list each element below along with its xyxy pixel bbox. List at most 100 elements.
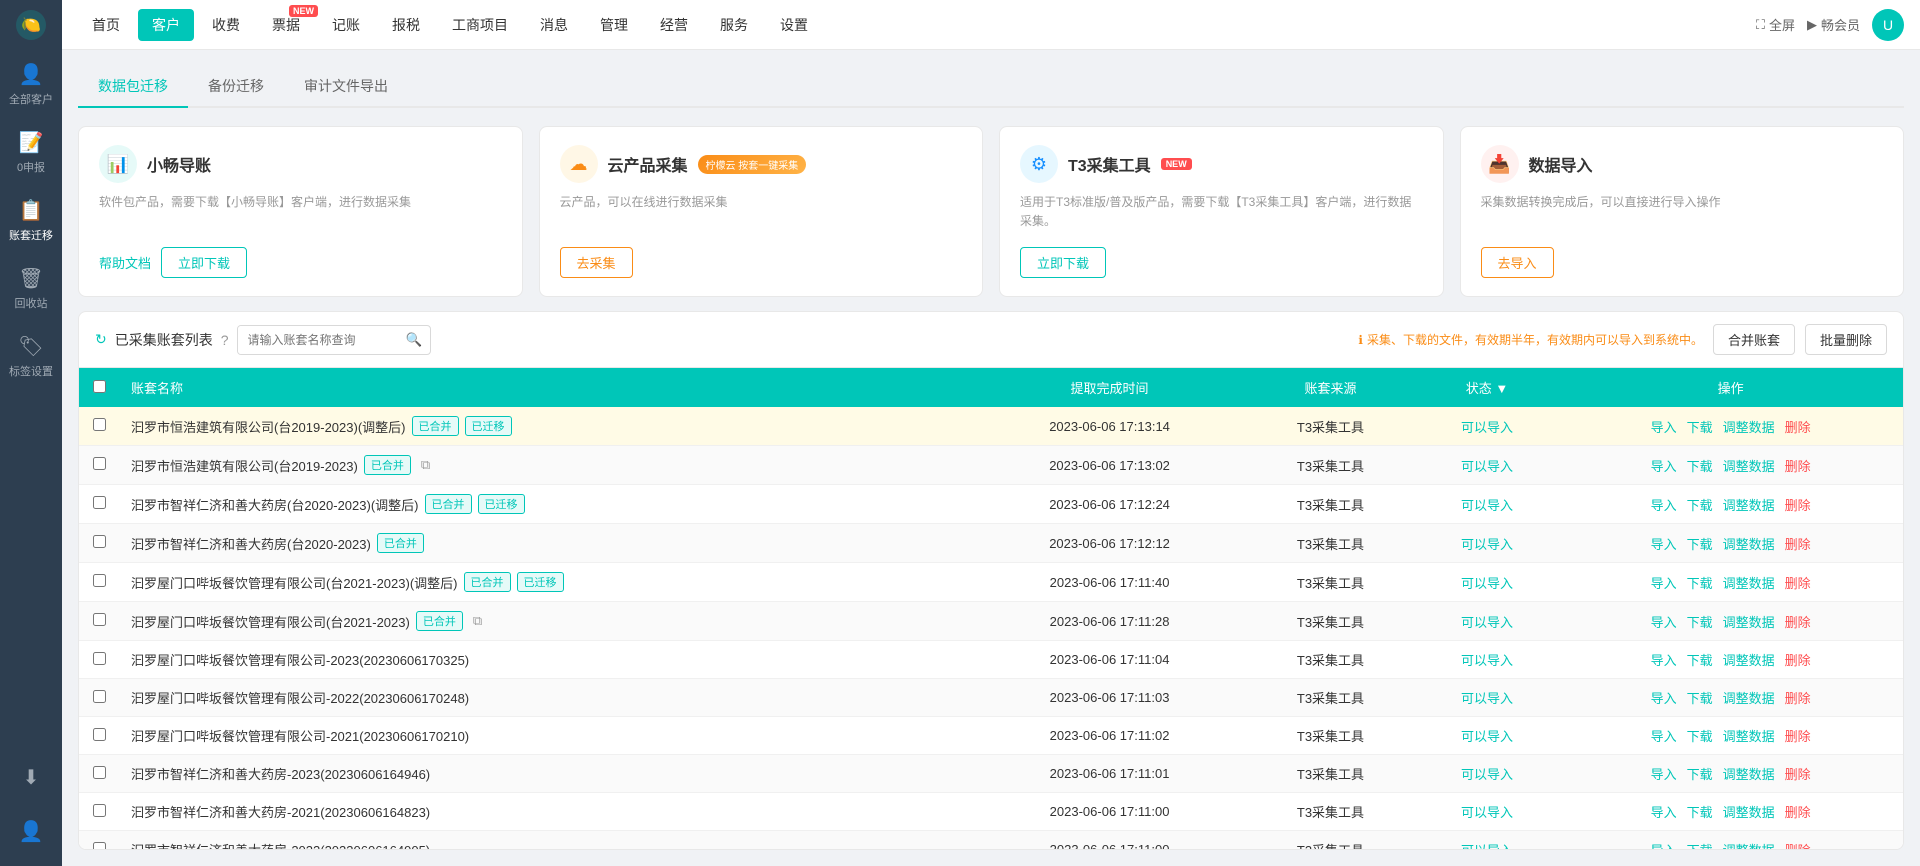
row-checkbox[interactable] bbox=[93, 766, 106, 779]
sidebar-user-btn[interactable]: 👤 bbox=[0, 806, 62, 856]
adjust-link[interactable]: 调整数据 bbox=[1723, 534, 1775, 553]
import-link[interactable]: 导入 bbox=[1651, 840, 1677, 850]
import-link[interactable]: 导入 bbox=[1651, 726, 1677, 745]
nav-home[interactable]: 首页 bbox=[78, 9, 134, 41]
member-btn[interactable]: ▶ 畅会员 bbox=[1807, 15, 1860, 34]
download-link[interactable]: 下载 bbox=[1687, 726, 1713, 745]
nav-settings[interactable]: 设置 bbox=[766, 9, 822, 41]
nav-manage[interactable]: 管理 bbox=[586, 9, 642, 41]
adjust-link[interactable]: 调整数据 bbox=[1723, 840, 1775, 850]
download-link[interactable]: 下载 bbox=[1687, 650, 1713, 669]
row-checkbox[interactable] bbox=[93, 842, 106, 851]
go-import-btn[interactable]: 去导入 bbox=[1481, 247, 1554, 278]
nav-service[interactable]: 服务 bbox=[706, 9, 762, 41]
import-link[interactable]: 导入 bbox=[1651, 802, 1677, 821]
nav-accounting[interactable]: 记账 bbox=[318, 9, 374, 41]
delete-link[interactable]: 删除 bbox=[1785, 573, 1811, 592]
copy-icon[interactable]: ⧉ bbox=[421, 457, 430, 473]
row-checkbox[interactable] bbox=[93, 804, 106, 817]
fullscreen-btn[interactable]: ⛶ 全屏 bbox=[1756, 15, 1795, 34]
merge-account-btn[interactable]: 合并账套 bbox=[1713, 324, 1795, 355]
help-doc-link[interactable]: 帮助文档 bbox=[99, 253, 151, 272]
sidebar-download-btn[interactable]: ⬇ bbox=[0, 752, 62, 802]
row-checkbox[interactable] bbox=[93, 728, 106, 741]
adjust-link[interactable]: 调整数据 bbox=[1723, 650, 1775, 669]
tab-data-migrate[interactable]: 数据包迁移 bbox=[78, 66, 188, 108]
nav-tax[interactable]: 报税 bbox=[378, 9, 434, 41]
download-link[interactable]: 下载 bbox=[1687, 573, 1713, 592]
nav-customer[interactable]: 客户 bbox=[138, 9, 194, 41]
download-link[interactable]: 下载 bbox=[1687, 764, 1713, 783]
search-button[interactable]: 🔍 bbox=[398, 326, 431, 354]
download-link[interactable]: 下载 bbox=[1687, 534, 1713, 553]
download-link[interactable]: 下载 bbox=[1687, 802, 1713, 821]
download-link[interactable]: 下载 bbox=[1687, 612, 1713, 631]
delete-link[interactable]: 删除 bbox=[1785, 840, 1811, 850]
download-link[interactable]: 下载 bbox=[1687, 688, 1713, 707]
batch-delete-btn[interactable]: 批量删除 bbox=[1805, 324, 1887, 355]
tab-backup-migrate[interactable]: 备份迁移 bbox=[188, 66, 284, 108]
import-link[interactable]: 导入 bbox=[1651, 650, 1677, 669]
delete-link[interactable]: 删除 bbox=[1785, 726, 1811, 745]
sidebar-item-zero-report[interactable]: 📝 0申报 bbox=[0, 118, 62, 186]
adjust-link[interactable]: 调整数据 bbox=[1723, 495, 1775, 514]
refresh-icon[interactable]: ↻ bbox=[95, 331, 107, 348]
row-checkbox[interactable] bbox=[93, 574, 106, 587]
row-checkbox[interactable] bbox=[93, 418, 106, 431]
nav-invoice[interactable]: 票据 NEW bbox=[258, 9, 314, 41]
user-avatar[interactable]: U bbox=[1872, 9, 1904, 41]
import-link[interactable]: 导入 bbox=[1651, 456, 1677, 475]
sidebar-item-tag-settings[interactable]: 🏷 标签设置 bbox=[0, 322, 62, 390]
delete-link[interactable]: 删除 bbox=[1785, 650, 1811, 669]
import-link[interactable]: 导入 bbox=[1651, 612, 1677, 631]
adjust-link[interactable]: 调整数据 bbox=[1723, 573, 1775, 592]
sidebar-item-recycle[interactable]: 🗑 回收站 bbox=[0, 254, 62, 322]
nav-message[interactable]: 消息 bbox=[526, 9, 582, 41]
nav-operation[interactable]: 经营 bbox=[646, 9, 702, 41]
delete-link[interactable]: 删除 bbox=[1785, 495, 1811, 514]
delete-link[interactable]: 删除 bbox=[1785, 417, 1811, 436]
import-link[interactable]: 导入 bbox=[1651, 495, 1677, 514]
app-logo[interactable]: 🍋 bbox=[0, 0, 62, 50]
sidebar-item-all-clients[interactable]: 👤 全部客户 bbox=[0, 50, 62, 118]
xiaochang-download-btn[interactable]: 立即下载 bbox=[161, 247, 247, 278]
row-checkbox[interactable] bbox=[93, 613, 106, 626]
adjust-link[interactable]: 调整数据 bbox=[1723, 456, 1775, 475]
import-link[interactable]: 导入 bbox=[1651, 688, 1677, 707]
import-link[interactable]: 导入 bbox=[1651, 417, 1677, 436]
row-checkbox[interactable] bbox=[93, 690, 106, 703]
col-status[interactable]: 状态 ▼ bbox=[1416, 368, 1558, 407]
download-link[interactable]: 下载 bbox=[1687, 417, 1713, 436]
adjust-link[interactable]: 调整数据 bbox=[1723, 802, 1775, 821]
download-link[interactable]: 下载 bbox=[1687, 456, 1713, 475]
row-checkbox[interactable] bbox=[93, 457, 106, 470]
adjust-link[interactable]: 调整数据 bbox=[1723, 764, 1775, 783]
help-icon[interactable]: ? bbox=[221, 332, 229, 348]
delete-link[interactable]: 删除 bbox=[1785, 612, 1811, 631]
download-link[interactable]: 下载 bbox=[1687, 495, 1713, 514]
download-link[interactable]: 下载 bbox=[1687, 840, 1713, 850]
import-link[interactable]: 导入 bbox=[1651, 764, 1677, 783]
sidebar-item-account-migrate[interactable]: 📋 账套迁移 bbox=[0, 186, 62, 254]
cloud-collect-btn[interactable]: 去采集 bbox=[560, 247, 633, 278]
adjust-link[interactable]: 调整数据 bbox=[1723, 726, 1775, 745]
adjust-link[interactable]: 调整数据 bbox=[1723, 417, 1775, 436]
row-checkbox[interactable] bbox=[93, 496, 106, 509]
import-link[interactable]: 导入 bbox=[1651, 573, 1677, 592]
delete-link[interactable]: 删除 bbox=[1785, 456, 1811, 475]
t3-download-btn[interactable]: 立即下载 bbox=[1020, 247, 1106, 278]
nav-billing[interactable]: 收费 bbox=[198, 9, 254, 41]
select-all-checkbox[interactable] bbox=[93, 380, 106, 393]
row-checkbox[interactable] bbox=[93, 535, 106, 548]
tab-audit-export[interactable]: 审计文件导出 bbox=[284, 66, 408, 108]
delete-link[interactable]: 删除 bbox=[1785, 688, 1811, 707]
nav-business[interactable]: 工商项目 bbox=[438, 9, 522, 41]
delete-link[interactable]: 删除 bbox=[1785, 802, 1811, 821]
import-link[interactable]: 导入 bbox=[1651, 534, 1677, 553]
search-input[interactable] bbox=[238, 326, 398, 354]
delete-link[interactable]: 删除 bbox=[1785, 764, 1811, 783]
adjust-link[interactable]: 调整数据 bbox=[1723, 688, 1775, 707]
adjust-link[interactable]: 调整数据 bbox=[1723, 612, 1775, 631]
copy-icon[interactable]: ⧉ bbox=[473, 613, 482, 629]
row-checkbox[interactable] bbox=[93, 652, 106, 665]
